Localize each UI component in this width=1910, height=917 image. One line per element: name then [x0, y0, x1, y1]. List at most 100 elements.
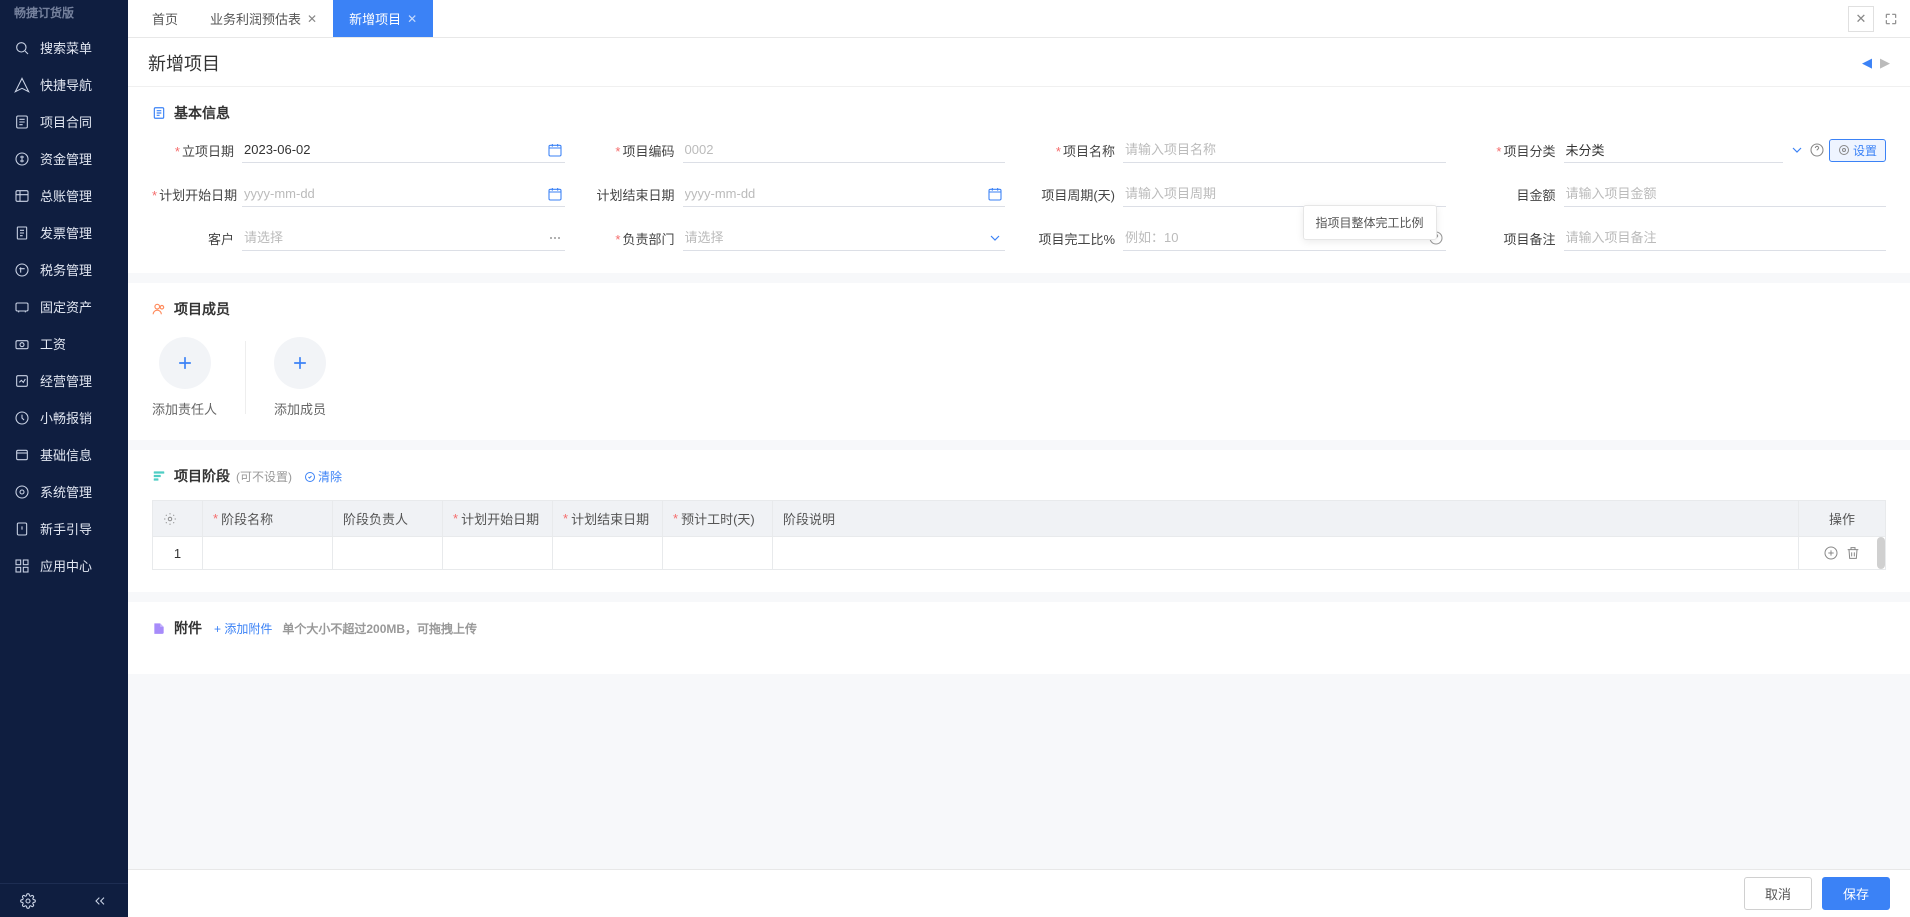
delete-row-icon[interactable]	[1845, 545, 1861, 561]
project_code-input[interactable]	[683, 137, 1006, 163]
sidebar-item-invoice[interactable]: 发票管理	[0, 214, 128, 251]
tab-2[interactable]: 新增项目✕	[333, 0, 433, 37]
sidebar-footer	[0, 883, 128, 917]
section-attachments-title: 附件	[174, 618, 202, 638]
field-label: *项目编码	[593, 141, 675, 160]
cell-start[interactable]	[443, 537, 553, 569]
tab-1[interactable]: 业务利润预估表✕	[194, 0, 333, 37]
section-basic-title: 基本信息	[174, 103, 230, 123]
stages-hint: (可不设置)	[236, 468, 292, 485]
sidebar-item-search[interactable]: 搜索菜单	[0, 29, 128, 66]
sidebar: 畅捷订货版 搜索菜单快捷导航项目合同资金管理总账管理发票管理税务管理固定资产工资…	[0, 0, 128, 917]
add-owner-circle[interactable]	[159, 337, 211, 389]
settings-icon[interactable]	[20, 893, 36, 909]
add-member-label: 添加成员	[274, 399, 326, 418]
field-remark: 项目备注	[1474, 225, 1887, 251]
stage-row[interactable]: 1	[153, 536, 1885, 569]
cancel-button[interactable]: 取消	[1744, 877, 1812, 910]
salary-icon	[14, 336, 30, 352]
table-scrollbar[interactable]	[1877, 537, 1885, 569]
col-name: *阶段名称	[203, 501, 333, 536]
section-members: 项目成员 添加责任人 添加成员	[128, 283, 1910, 440]
prev-record[interactable]: ◀	[1862, 55, 1872, 71]
sidebar-item-fund[interactable]: 资金管理	[0, 140, 128, 177]
sidebar-item-apps[interactable]: 应用中心	[0, 547, 128, 584]
col-gear[interactable]	[153, 501, 203, 536]
add-member-circle[interactable]	[274, 337, 326, 389]
plan_end-input[interactable]	[683, 181, 1006, 207]
add-member[interactable]: 添加成员	[274, 337, 326, 418]
sidebar-item-base[interactable]: 基础信息	[0, 436, 128, 473]
dept-input[interactable]	[683, 225, 1006, 251]
content-scroll[interactable]: 基本信息 *立项日期 *项目编码 *项目名称 *项目分类 设置 *计划开始日期	[128, 87, 1910, 869]
sidebar-item-compass[interactable]: 快捷导航	[0, 66, 128, 103]
apps-icon	[14, 558, 30, 574]
sidebar-item-label: 新手引导	[40, 519, 92, 538]
calendar-icon[interactable]	[547, 142, 563, 158]
amount-input[interactable]	[1564, 181, 1887, 207]
expense-icon	[14, 410, 30, 426]
sidebar-item-asset[interactable]: 固定资产	[0, 288, 128, 325]
plan_start-input[interactable]	[242, 181, 565, 207]
sidebar-item-label: 资金管理	[40, 149, 92, 168]
sidebar-item-label: 总账管理	[40, 186, 92, 205]
col-start: *计划开始日期	[443, 501, 553, 536]
tab-label: 首页	[152, 9, 178, 28]
calendar-icon[interactable]	[987, 186, 1003, 202]
fullscreen-icon[interactable]	[1878, 6, 1904, 32]
create_date-input[interactable]	[242, 137, 565, 163]
stages-clear[interactable]: 清除	[304, 468, 342, 485]
sidebar-item-expense[interactable]: 小畅报销	[0, 399, 128, 436]
add-row-icon[interactable]	[1823, 545, 1839, 561]
field-project_code: *项目编码	[593, 137, 1006, 163]
main-area: 首页业务利润预估表✕新增项目✕ ✕ 新增项目 ◀ ▶ 基本信息	[128, 0, 1910, 917]
project_name-input[interactable]	[1123, 137, 1446, 163]
project_type-input[interactable]	[1564, 137, 1783, 163]
sidebar-item-system[interactable]: 系统管理	[0, 473, 128, 510]
chevron-down-icon[interactable]	[1789, 142, 1805, 158]
sidebar-item-ops[interactable]: 经营管理	[0, 362, 128, 399]
sidebar-item-tax[interactable]: 税务管理	[0, 251, 128, 288]
sidebar-item-guide[interactable]: 新手引导	[0, 510, 128, 547]
save-button[interactable]: 保存	[1822, 877, 1890, 910]
sidebar-item-ledger[interactable]: 总账管理	[0, 177, 128, 214]
col-ops: 操作	[1799, 501, 1885, 536]
col-owner: 阶段负责人	[333, 501, 443, 536]
sidebar-item-contract[interactable]: 项目合同	[0, 103, 128, 140]
sidebar-item-salary[interactable]: 工资	[0, 325, 128, 362]
system-icon	[14, 484, 30, 500]
field-customer: 客户	[152, 225, 565, 251]
add-attachment[interactable]: + 添加附件	[214, 620, 272, 637]
sidebar-item-label: 系统管理	[40, 482, 92, 501]
cell-end[interactable]	[553, 537, 663, 569]
collapse-icon[interactable]	[92, 893, 108, 909]
tab-close-icon[interactable]: ✕	[307, 12, 317, 26]
section-basic: 基本信息 *立项日期 *项目编码 *项目名称 *项目分类 设置 *计划开始日期	[128, 87, 1910, 273]
close-all-tabs[interactable]: ✕	[1848, 6, 1874, 32]
field-label: 项目备注	[1474, 229, 1556, 248]
attachment-icon	[152, 621, 166, 635]
tax-icon	[14, 262, 30, 278]
cell-desc[interactable]	[773, 537, 1799, 569]
period_days-input[interactable]	[1123, 181, 1446, 207]
sidebar-item-label: 应用中心	[40, 556, 92, 575]
tab-0[interactable]: 首页	[136, 0, 194, 37]
chevron-down-icon[interactable]	[987, 230, 1003, 246]
tab-close-icon[interactable]: ✕	[407, 12, 417, 26]
more-icon[interactable]	[547, 230, 563, 246]
field-create_date: *立项日期	[152, 137, 565, 163]
field-label: *项目名称	[1033, 141, 1115, 160]
sidebar-item-label: 基础信息	[40, 445, 92, 464]
remark-input[interactable]	[1564, 225, 1887, 251]
customer-input[interactable]	[242, 225, 565, 251]
cell-hours[interactable]	[663, 537, 773, 569]
cell-owner[interactable]	[333, 537, 443, 569]
add-owner[interactable]: 添加责任人	[152, 337, 217, 418]
sidebar-item-label: 小畅报销	[40, 408, 92, 427]
field-amount: 目金额	[1474, 181, 1887, 207]
page-nav: ◀ ▶	[1862, 55, 1890, 71]
help-icon[interactable]	[1809, 142, 1825, 158]
calendar-icon[interactable]	[547, 186, 563, 202]
type-set-button[interactable]: 设置	[1829, 139, 1886, 162]
cell-name[interactable]	[203, 537, 333, 569]
